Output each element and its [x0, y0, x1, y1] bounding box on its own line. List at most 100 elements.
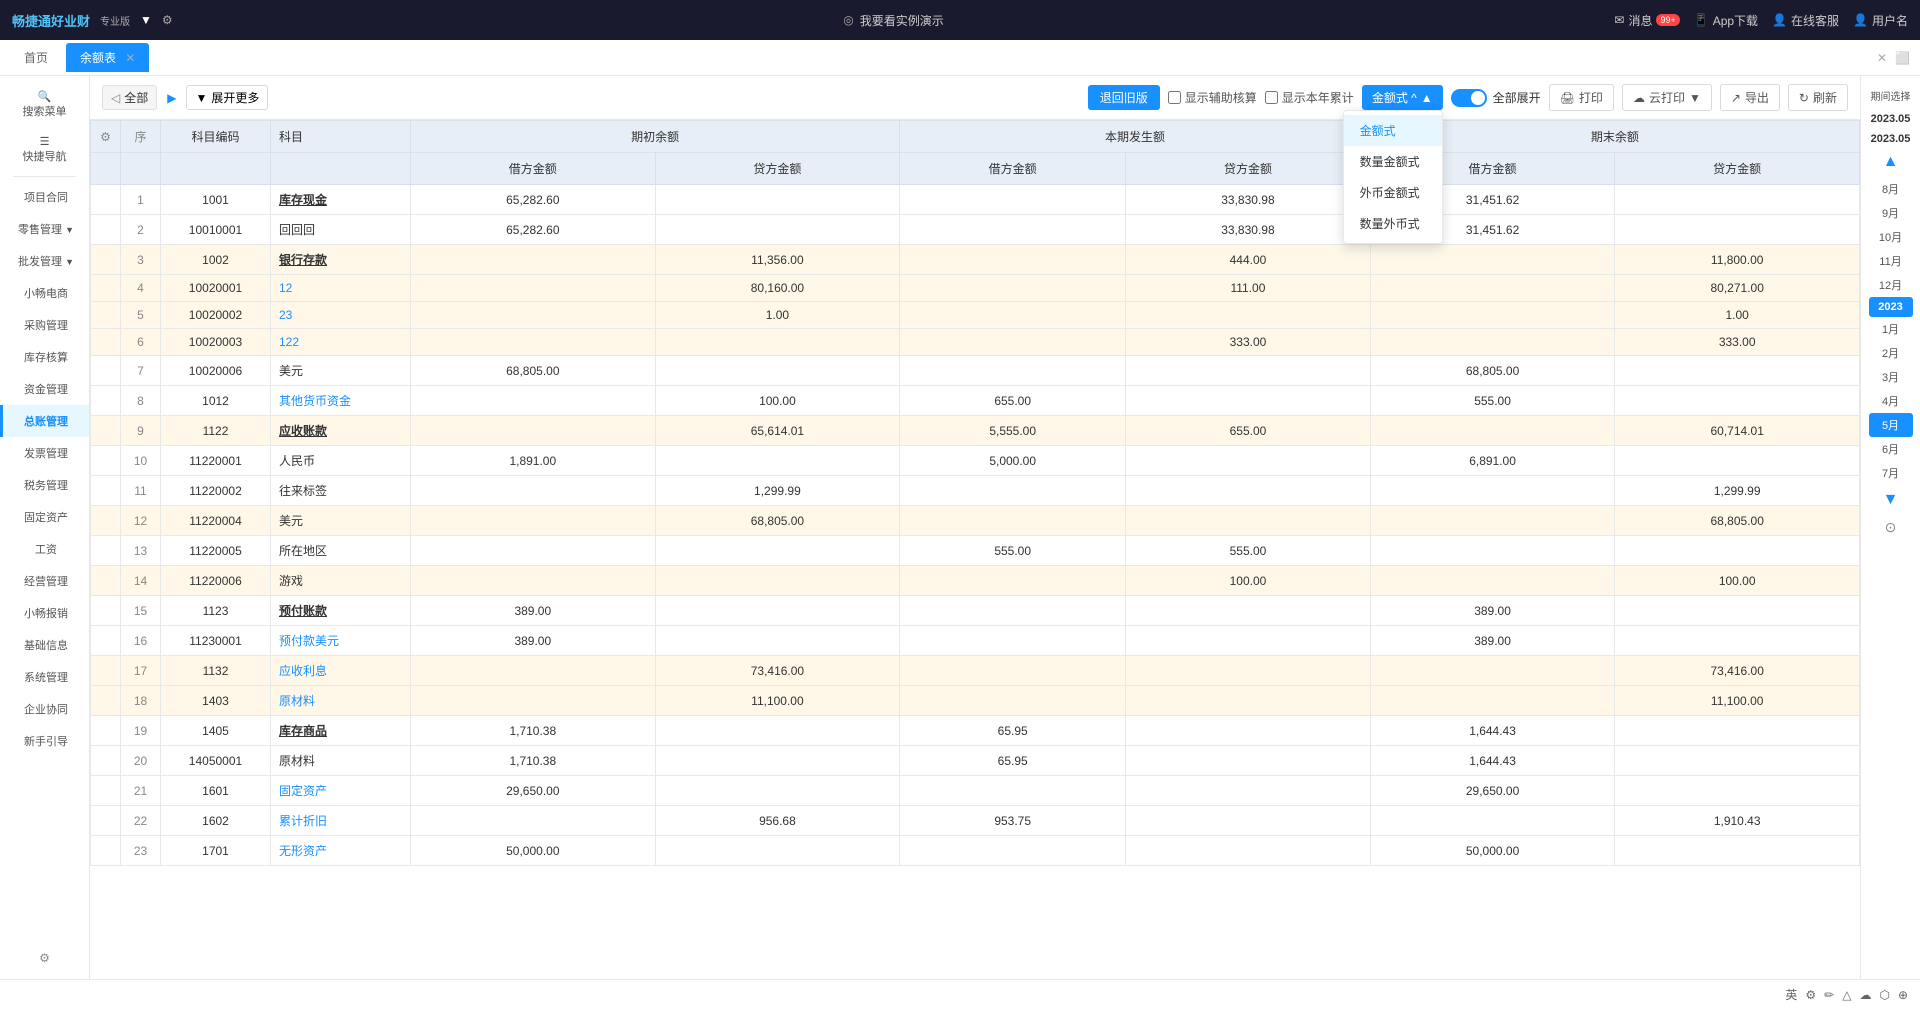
cell-name-3[interactable]: 12	[271, 275, 411, 302]
period-month-7[interactable]: 2月	[1869, 341, 1913, 365]
period-month-4[interactable]: 12月	[1869, 273, 1913, 297]
online-service-btn[interactable]: 👤 在线客服	[1772, 12, 1839, 29]
sidebar-item-tax[interactable]: 税务管理	[0, 469, 89, 501]
ytd-check[interactable]	[1265, 91, 1278, 104]
cell-name-15[interactable]: 预付款美元	[271, 626, 411, 656]
table-row: 22 1602 累计折旧 956.68 953.75 1,910.43	[91, 806, 1860, 836]
period-month-11[interactable]: 6月	[1869, 437, 1913, 461]
sidebar-item-wholesale[interactable]: 批发管理 ▼	[0, 245, 89, 277]
period-month-9[interactable]: 4月	[1869, 389, 1913, 413]
tab-close-all-icon[interactable]: ✕	[1877, 51, 1887, 65]
print-label: 打印	[1579, 89, 1603, 106]
sidebar-item-assets[interactable]: 固定资产	[0, 501, 89, 533]
messages-btn[interactable]: ✉ 消息 99+	[1614, 12, 1679, 29]
period-month-2[interactable]: 10月	[1869, 225, 1913, 249]
tab-close-icon[interactable]: ✕	[125, 51, 135, 65]
sidebar-item-invoice[interactable]: 发票管理	[0, 437, 89, 469]
cell-name-16[interactable]: 应收利息	[271, 656, 411, 686]
bottom-icon-plus[interactable]: ⊕	[1898, 988, 1908, 1002]
cell-name-0[interactable]: 库存现金	[271, 185, 411, 215]
mode-item-qty-amount[interactable]: 数量金额式	[1344, 146, 1442, 177]
bottom-icon-settings[interactable]: ⚙	[1805, 988, 1816, 1002]
period-month-8[interactable]: 3月	[1869, 365, 1913, 389]
period-month-12[interactable]: 7月	[1869, 461, 1913, 485]
auxiliary-check[interactable]	[1168, 91, 1181, 104]
sidebar-quick-nav[interactable]: ☰ 快捷导航	[19, 127, 71, 172]
settings-icon[interactable]: ⚙	[162, 13, 173, 27]
mode-item-qty-foreign[interactable]: 数量外币式	[1344, 208, 1442, 239]
sidebar-item-inventory[interactable]: 库存核算	[0, 341, 89, 373]
period-nav-down[interactable]: ▼	[1881, 489, 1901, 511]
print-btn[interactable]: 🖨 打印	[1549, 84, 1614, 111]
tab-home[interactable]: 首页	[10, 43, 62, 72]
expand-more-btn[interactable]: ▼ 展开更多	[186, 85, 268, 110]
cloud-print-btn[interactable]: ☁ 云打印 ▼	[1622, 84, 1712, 111]
period-expand-icon[interactable]: ⊙	[1881, 515, 1901, 540]
bottom-icon-cloud[interactable]: ☁	[1859, 988, 1871, 1002]
app-download-btn[interactable]: 📱 App下载	[1694, 12, 1758, 29]
sidebar-item-guide[interactable]: 新手引导	[0, 725, 89, 757]
bottom-icon-triangle[interactable]: △	[1842, 988, 1851, 1002]
bottom-icon-edit[interactable]: ✏	[1824, 988, 1834, 1002]
user-btn[interactable]: 👤 用户名	[1853, 12, 1908, 29]
sidebar-gear-icon[interactable]: ⚙	[31, 943, 58, 973]
bottom-icon-hex[interactable]: ⬡	[1879, 988, 1889, 1002]
sidebar-item-retail[interactable]: 零售管理 ▼	[0, 213, 89, 245]
cell-closing-credit-16: 73,416.00	[1615, 656, 1860, 686]
period-month-6[interactable]: 1月	[1869, 317, 1913, 341]
cell-closing-debit-3	[1370, 275, 1615, 302]
cell-name-18[interactable]: 库存商品	[271, 716, 411, 746]
show-ytd-checkbox[interactable]: 显示本年累计	[1265, 89, 1354, 106]
expand-all-toggle[interactable]: 全部展开	[1451, 89, 1541, 107]
mode-item-amount[interactable]: 金额式	[1344, 115, 1442, 146]
cell-name-8[interactable]: 应收账款	[271, 416, 411, 446]
mode-item-foreign-amount[interactable]: 外币金额式	[1344, 177, 1442, 208]
bottom-icon-lang[interactable]: 英	[1785, 986, 1797, 1003]
tab-balance[interactable]: 余额表 ✕	[66, 43, 149, 72]
tab-maximize-icon[interactable]: ⬜	[1895, 51, 1910, 65]
cell-no-4: 5	[121, 302, 161, 329]
period-month-0[interactable]: 8月	[1869, 177, 1913, 201]
settings-icon[interactable]: ⚙	[100, 130, 111, 144]
demo-label[interactable]: 我要看实例演示	[860, 12, 944, 29]
back-old-btn[interactable]: 退回旧版	[1088, 85, 1160, 110]
sidebar-item-ledger[interactable]: 总账管理	[0, 405, 89, 437]
cell-name-4[interactable]: 23	[271, 302, 411, 329]
cell-name-20[interactable]: 固定资产	[271, 776, 411, 806]
sidebar-item-ecommerce[interactable]: 小畅电商	[0, 277, 89, 309]
export-btn[interactable]: ↗ 导出	[1720, 84, 1780, 111]
user-avatar-icon: 👤	[1853, 13, 1868, 27]
period-month-3[interactable]: 11月	[1869, 249, 1913, 273]
cell-name-2[interactable]: 银行存款	[271, 245, 411, 275]
period-month-10[interactable]: 5月	[1869, 413, 1913, 437]
breadcrumb-all[interactable]: ◁ 全部	[102, 85, 157, 110]
mode-btn[interactable]: 金额式 ^ ▲	[1362, 85, 1443, 110]
cell-name-14[interactable]: 预付账款	[271, 596, 411, 626]
cell-no-20: 21	[121, 776, 161, 806]
toggle-switch-control[interactable]	[1451, 89, 1487, 107]
cell-name-17[interactable]: 原材料	[271, 686, 411, 716]
cell-name-21[interactable]: 累计折旧	[271, 806, 411, 836]
cell-current-credit-15	[1126, 626, 1371, 656]
sidebar-item-operations[interactable]: 经营管理	[0, 565, 89, 597]
sidebar-item-salary[interactable]: 工资	[0, 533, 89, 565]
sidebar-item-capital[interactable]: 资金管理	[0, 373, 89, 405]
cell-name-5[interactable]: 122	[271, 329, 411, 356]
sidebar-search[interactable]: 🔍 搜索菜单	[19, 82, 71, 127]
sidebar-item-corp[interactable]: 企业协同	[0, 693, 89, 725]
period-nav-up[interactable]: ▲	[1881, 151, 1901, 173]
th-settings[interactable]: ⚙	[91, 121, 121, 153]
company-dropdown[interactable]: ▼	[140, 13, 152, 27]
sidebar-item-project[interactable]: 项目合同	[0, 181, 89, 213]
cell-name-7[interactable]: 其他货币资金	[271, 386, 411, 416]
sidebar-item-system[interactable]: 系统管理	[0, 661, 89, 693]
show-auxiliary-checkbox[interactable]: 显示辅助核算	[1168, 89, 1257, 106]
period-month-1[interactable]: 9月	[1869, 201, 1913, 225]
cell-name-22[interactable]: 无形资产	[271, 836, 411, 866]
refresh-btn[interactable]: ↻ 刷新	[1788, 84, 1848, 111]
period-month-5[interactable]: 2023	[1869, 297, 1913, 317]
sidebar-item-purchase[interactable]: 采购管理	[0, 309, 89, 341]
cell-opening-credit-12	[655, 536, 900, 566]
sidebar-item-basic-info[interactable]: 基础信息	[0, 629, 89, 661]
sidebar-item-sales-report[interactable]: 小畅报销	[0, 597, 89, 629]
